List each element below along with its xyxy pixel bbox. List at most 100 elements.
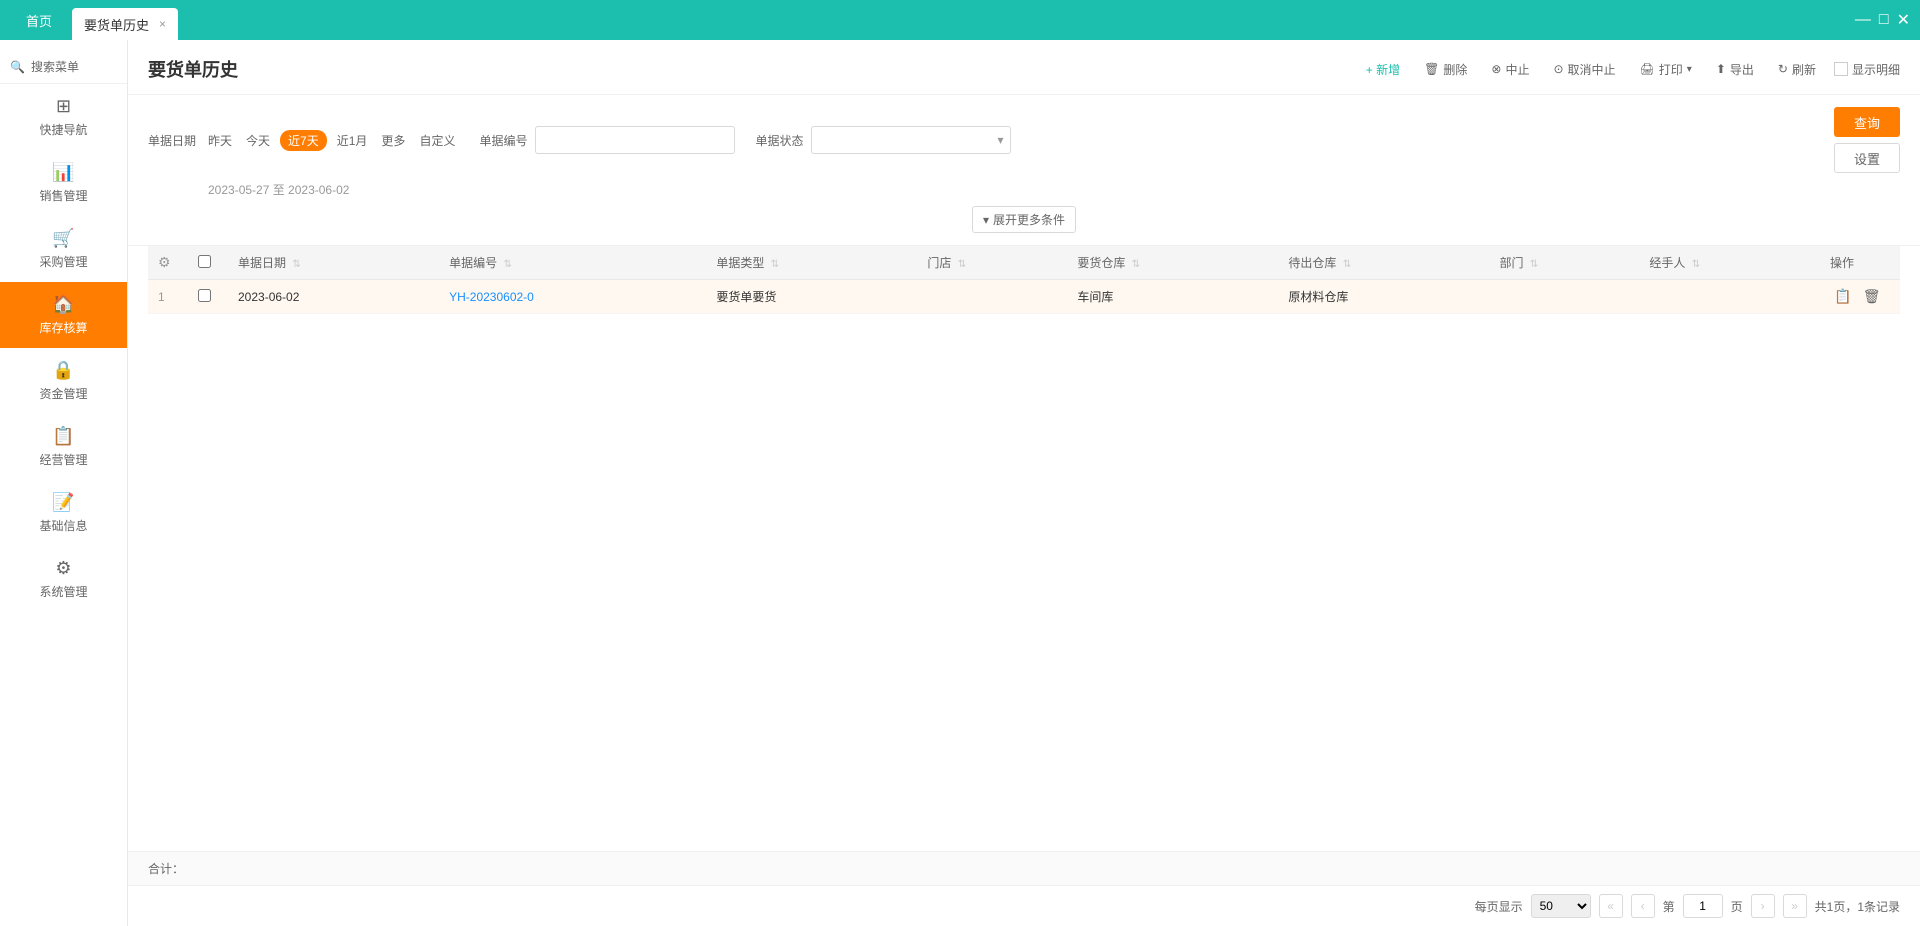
basic-icon: 📝 — [52, 492, 74, 513]
export-icon: ⬆ — [1716, 62, 1726, 76]
tab-active[interactable]: 要货单历史 × — [72, 8, 178, 40]
settings-button[interactable]: 设置 — [1834, 143, 1900, 173]
delete-button[interactable]: 🗑 删除 — [1418, 57, 1473, 82]
table-header-row: ⚙ 单据日期 ⇅ 单据编号 ⇅ — [148, 246, 1900, 280]
new-button[interactable]: + 新增 — [1360, 57, 1406, 82]
th-from-warehouse-label: 要货仓库 — [1077, 256, 1125, 270]
doc-number-label: 单据编号 — [479, 132, 527, 149]
show-detail-checkbox[interactable] — [1834, 62, 1848, 76]
table-row[interactable]: 1 2023-06-02 YH-20230602-0 要货单要货 车间库 原材料… — [148, 280, 1900, 314]
date-filters: 昨天 今天 近7天 近1月 更多 自定义 — [204, 130, 459, 151]
sidebar-item-sales[interactable]: 📊 销售管理 — [0, 150, 127, 216]
th-to-warehouse-sort-icon: ⇅ — [1343, 259, 1351, 270]
th-department[interactable]: 部门 ⇅ — [1490, 246, 1640, 280]
today-btn[interactable]: 今天 — [242, 131, 274, 150]
page-jump-word: 第 — [1663, 898, 1675, 915]
more-btn[interactable]: 更多 — [377, 131, 409, 150]
expand-button[interactable]: ▾ 展开更多条件 — [972, 206, 1076, 233]
stop-button[interactable]: ⊗ 中止 — [1485, 57, 1535, 82]
th-handler-sort-icon: ⇅ — [1692, 259, 1700, 270]
table-container: ⚙ 单据日期 ⇅ 单据编号 ⇅ — [128, 246, 1920, 851]
th-handler[interactable]: 经手人 ⇅ — [1639, 246, 1820, 280]
content-area: 要货单历史 + 新增 🗑 删除 ⊗ 中止 ⊙ 取消中止 — [128, 40, 1920, 926]
sidebar-item-operations[interactable]: 📋 经营管理 — [0, 414, 127, 480]
doc-number-link[interactable]: YH-20230602-0 — [449, 290, 534, 304]
sidebar-item-system[interactable]: ⚙ 系统管理 — [0, 546, 127, 612]
th-date[interactable]: 单据日期 ⇅ — [228, 246, 439, 280]
cell-store — [917, 280, 1067, 314]
active-tab-label: 要货单历史 — [84, 15, 149, 34]
sidebar-item-finance[interactable]: 🔒 资金管理 — [0, 348, 127, 414]
cell-to-warehouse: 原材料仓库 — [1278, 280, 1489, 314]
minimize-icon[interactable]: — — [1855, 11, 1871, 29]
status-select[interactable] — [811, 126, 1011, 154]
print-label: 打印 — [1659, 61, 1683, 78]
export-button[interactable]: ⬆ 导出 — [1710, 57, 1760, 82]
finance-icon: 🔒 — [52, 360, 74, 381]
cell-handler — [1639, 280, 1820, 314]
prev-page-button[interactable]: ‹ — [1631, 894, 1655, 918]
close-window-icon[interactable]: ✕ — [1897, 10, 1910, 30]
tab-home[interactable]: 首页 — [10, 0, 68, 40]
show-detail-toggle[interactable]: 显示明细 — [1834, 61, 1900, 78]
status-select-wrapper: ▾ — [811, 126, 1011, 154]
th-checkbox — [188, 246, 228, 280]
row-checkbox[interactable] — [198, 289, 211, 302]
th-from-warehouse-sort-icon: ⇅ — [1132, 259, 1140, 270]
cell-checkbox[interactable] — [188, 280, 228, 314]
tab-close-icon[interactable]: × — [159, 17, 166, 31]
select-all-checkbox[interactable] — [198, 255, 211, 268]
th-store[interactable]: 门店 ⇅ — [917, 246, 1067, 280]
date-range-text: 2023-05-27 至 2023-06-02 — [208, 183, 349, 197]
th-to-warehouse[interactable]: 待出仓库 ⇅ — [1278, 246, 1489, 280]
refresh-button[interactable]: ↻ 刷新 — [1772, 57, 1822, 82]
sidebar-item-basic[interactable]: 📝 基础信息 — [0, 480, 127, 546]
operations-icon: 📋 — [52, 426, 74, 447]
sidebar-item-quick-nav[interactable]: ⊞ 快捷导航 — [0, 84, 127, 150]
date-filter-group: 单据日期 昨天 今天 近7天 近1月 更多 自定义 — [148, 130, 459, 151]
last1month-btn[interactable]: 近1月 — [333, 131, 372, 150]
th-number[interactable]: 单据编号 ⇅ — [439, 246, 706, 280]
sidebar-search-label: 搜索菜单 — [31, 58, 79, 75]
main-layout: 🔍 搜索菜单 ⊞ 快捷导航 📊 销售管理 🛒 采购管理 🏠 库存核算 🔒 — [0, 40, 1920, 926]
sidebar-item-inventory[interactable]: 🏠 库存核算 — [0, 282, 127, 348]
page-size-label: 每页显示 — [1475, 898, 1523, 915]
custom-btn[interactable]: 自定义 — [415, 131, 459, 150]
sidebar-item-label: 基础信息 — [39, 517, 87, 534]
maximize-icon[interactable]: □ — [1879, 11, 1889, 29]
cell-department — [1490, 280, 1640, 314]
data-table: ⚙ 单据日期 ⇅ 单据编号 ⇅ — [148, 246, 1900, 314]
sidebar-item-purchase[interactable]: 🛒 采购管理 — [0, 216, 127, 282]
th-action: 操作 — [1820, 246, 1900, 280]
th-store-label: 门店 — [927, 256, 951, 270]
next-page-button[interactable]: › — [1751, 894, 1775, 918]
page-number-input[interactable] — [1683, 894, 1723, 918]
refresh-label: 刷新 — [1792, 61, 1816, 78]
query-button[interactable]: 查询 — [1834, 107, 1900, 137]
yesterday-btn[interactable]: 昨天 — [204, 131, 236, 150]
row-edit-button[interactable]: 📋 — [1830, 286, 1855, 306]
cancel-stop-icon: ⊙ — [1553, 62, 1563, 76]
last7days-btn[interactable]: 近7天 — [280, 130, 327, 151]
cell-date: 2023-06-02 — [228, 280, 439, 314]
th-type-label: 单据类型 — [716, 256, 764, 270]
filter-area: 单据日期 昨天 今天 近7天 近1月 更多 自定义 单据编号 — [128, 95, 1920, 246]
page-size-select[interactable]: 50 100 — [1531, 894, 1591, 918]
th-from-warehouse[interactable]: 要货仓库 ⇅ — [1067, 246, 1278, 280]
row-delete-button[interactable]: 🗑 — [1859, 286, 1885, 306]
sidebar-search[interactable]: 🔍 搜索菜单 — [0, 50, 127, 84]
quick-nav-icon: ⊞ — [56, 96, 71, 117]
total-info: 共1页，1条记录 — [1815, 898, 1900, 915]
last-page-button[interactable]: » — [1783, 894, 1807, 918]
cancel-stop-button[interactable]: ⊙ 取消中止 — [1547, 57, 1621, 82]
doc-number-input[interactable] — [535, 126, 735, 154]
column-settings-icon[interactable]: ⚙ — [158, 254, 171, 270]
date-filter-label: 单据日期 — [148, 132, 196, 149]
expand-icon: ▾ — [983, 213, 989, 227]
window-controls: — □ ✕ — [1855, 10, 1910, 30]
print-button[interactable]: 🖨 打印 ▾ — [1634, 57, 1698, 82]
th-type[interactable]: 单据类型 ⇅ — [706, 246, 917, 280]
first-page-button[interactable]: « — [1599, 894, 1623, 918]
page-word: 页 — [1731, 898, 1743, 915]
filter-row-1: 单据日期 昨天 今天 近7天 近1月 更多 自定义 单据编号 — [148, 107, 1900, 173]
